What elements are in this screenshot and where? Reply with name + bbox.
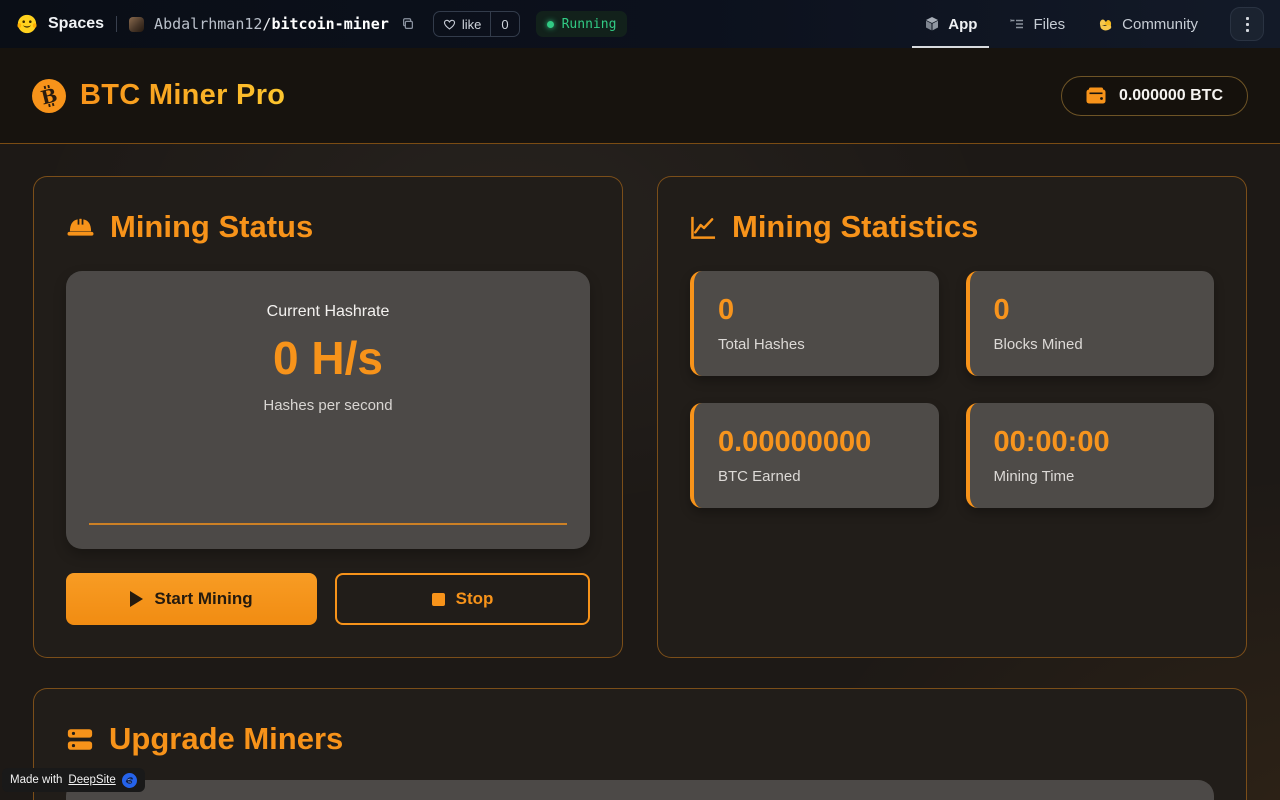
file-tree-icon [1010,19,1024,29]
upgrade-list-panel [66,780,1214,800]
community-icon [1100,18,1112,30]
stat-value: 0 [718,294,735,326]
tab-community-label: Community [1122,15,1198,33]
stat-value: 00:00:00 [993,426,1110,458]
stat-value: 0 [993,294,1010,326]
kebab-menu-button[interactable] [1230,7,1264,41]
tab-app[interactable]: App [912,0,990,48]
cards-row: Mining Status Current Hashrate 0 H/s Has… [33,176,1247,658]
app-header: B BTC Miner Pro 0.000000 BTC [0,48,1280,144]
divider [116,16,118,32]
stat-label: Total Hashes [718,336,805,353]
stat-label: Mining Time [993,468,1075,485]
hashrate-unit: Hashes per second [263,397,393,414]
hashrate-chart-line [89,523,567,525]
stats-grid: 0 Total Hashes 0 Blocks Mined 0.00000000… [690,271,1214,508]
stat-value: 0.00000000 [718,426,872,458]
wallet-icon [1086,87,1106,103]
upgrade-miners-card: Upgrade Miners [33,688,1247,800]
path-separator: / [262,15,272,33]
mining-statistics-title: Mining Statistics [690,209,1214,245]
stop-icon [431,592,445,606]
like-count[interactable]: 0 [490,12,518,36]
deepsite-badge[interactable]: Made with DeepSite [2,768,145,792]
start-mining-button[interactable]: Start Mining [66,573,317,625]
heart-icon [443,19,455,30]
tab-community[interactable]: Community [1097,0,1198,48]
hashrate-value: 0 H/s [273,332,383,384]
like-main[interactable]: like [434,12,491,36]
mining-status-card: Mining Status Current Hashrate 0 H/s Has… [33,176,623,658]
like-label: like [461,16,482,32]
mining-status-title: Mining Status [66,209,590,245]
bitcoin-logo-icon: B [32,78,66,113]
wallet-balance[interactable]: 0.000000 BTC [1060,75,1248,116]
badge-prefix: Made with [10,774,63,786]
tab-files[interactable]: Files [1009,0,1065,48]
stop-mining-button[interactable]: Stop [335,573,590,625]
copy-icon[interactable] [401,17,415,31]
stat-label: BTC Earned [718,468,801,485]
hf-topbar: Spaces Abdalrhman12 / bitcoin-miner like… [0,0,1280,48]
hashrate-label: Current Hashrate [266,303,390,320]
stat-mining-time: 00:00:00 Mining Time [965,403,1214,508]
like-button[interactable]: like 0 [432,11,520,37]
server-icon [67,728,93,750]
page-title: BTC Miner Pro [80,79,286,111]
stat-btc-earned: 0.00000000 BTC Earned [690,403,939,508]
active-tab-underline [912,46,990,48]
stat-label: Blocks Mined [993,336,1083,353]
owner-link[interactable]: Abdalrhman12 [154,15,262,33]
balance-value: 0.000000 BTC [1118,86,1223,104]
upgrade-miners-title: Upgrade Miners [66,721,1214,757]
topbar-tabs: App Files Community [912,0,1264,48]
topbar-left: Spaces Abdalrhman12 / bitcoin-miner like… [16,0,628,48]
cube-icon [926,17,939,31]
breadcrumb: Abdalrhman12 / bitcoin-miner [154,15,389,33]
deepsite-logo-icon [121,772,137,788]
page: Spaces Abdalrhman12 / bitcoin-miner like… [0,0,1280,800]
menu-dot [1245,16,1249,20]
chart-line-icon [691,216,716,239]
tab-app-label: App [948,15,978,33]
status-dot-icon [546,20,554,28]
menu-dot [1245,28,1249,32]
repo-link[interactable]: bitcoin-miner [271,15,388,33]
main-content: Mining Status Current Hashrate 0 H/s Has… [33,176,1247,800]
status-label: Running [561,16,617,32]
app-brand: B BTC Miner Pro [32,78,286,113]
huggingface-logo-icon[interactable] [16,13,38,35]
stat-total-hashes: 0 Total Hashes [690,271,939,376]
play-icon [130,591,144,607]
stop-label: Stop [455,589,494,608]
hard-hat-icon [67,218,94,236]
spaces-brand[interactable]: Spaces [48,15,104,33]
tab-files-label: Files [1033,15,1066,33]
start-mining-label: Start Mining [154,589,253,608]
menu-dot [1245,22,1249,26]
deepsite-link[interactable]: DeepSite [68,774,115,786]
hashrate-display: Current Hashrate 0 H/s Hashes per second [66,271,590,549]
status-badge[interactable]: Running [535,11,628,37]
mining-controls: Start Mining Stop [66,573,590,625]
stat-blocks-mined: 0 Blocks Mined [965,271,1214,376]
mining-statistics-card: Mining Statistics 0 Total Hashes 0 Block… [657,176,1247,658]
user-avatar[interactable] [129,16,145,32]
